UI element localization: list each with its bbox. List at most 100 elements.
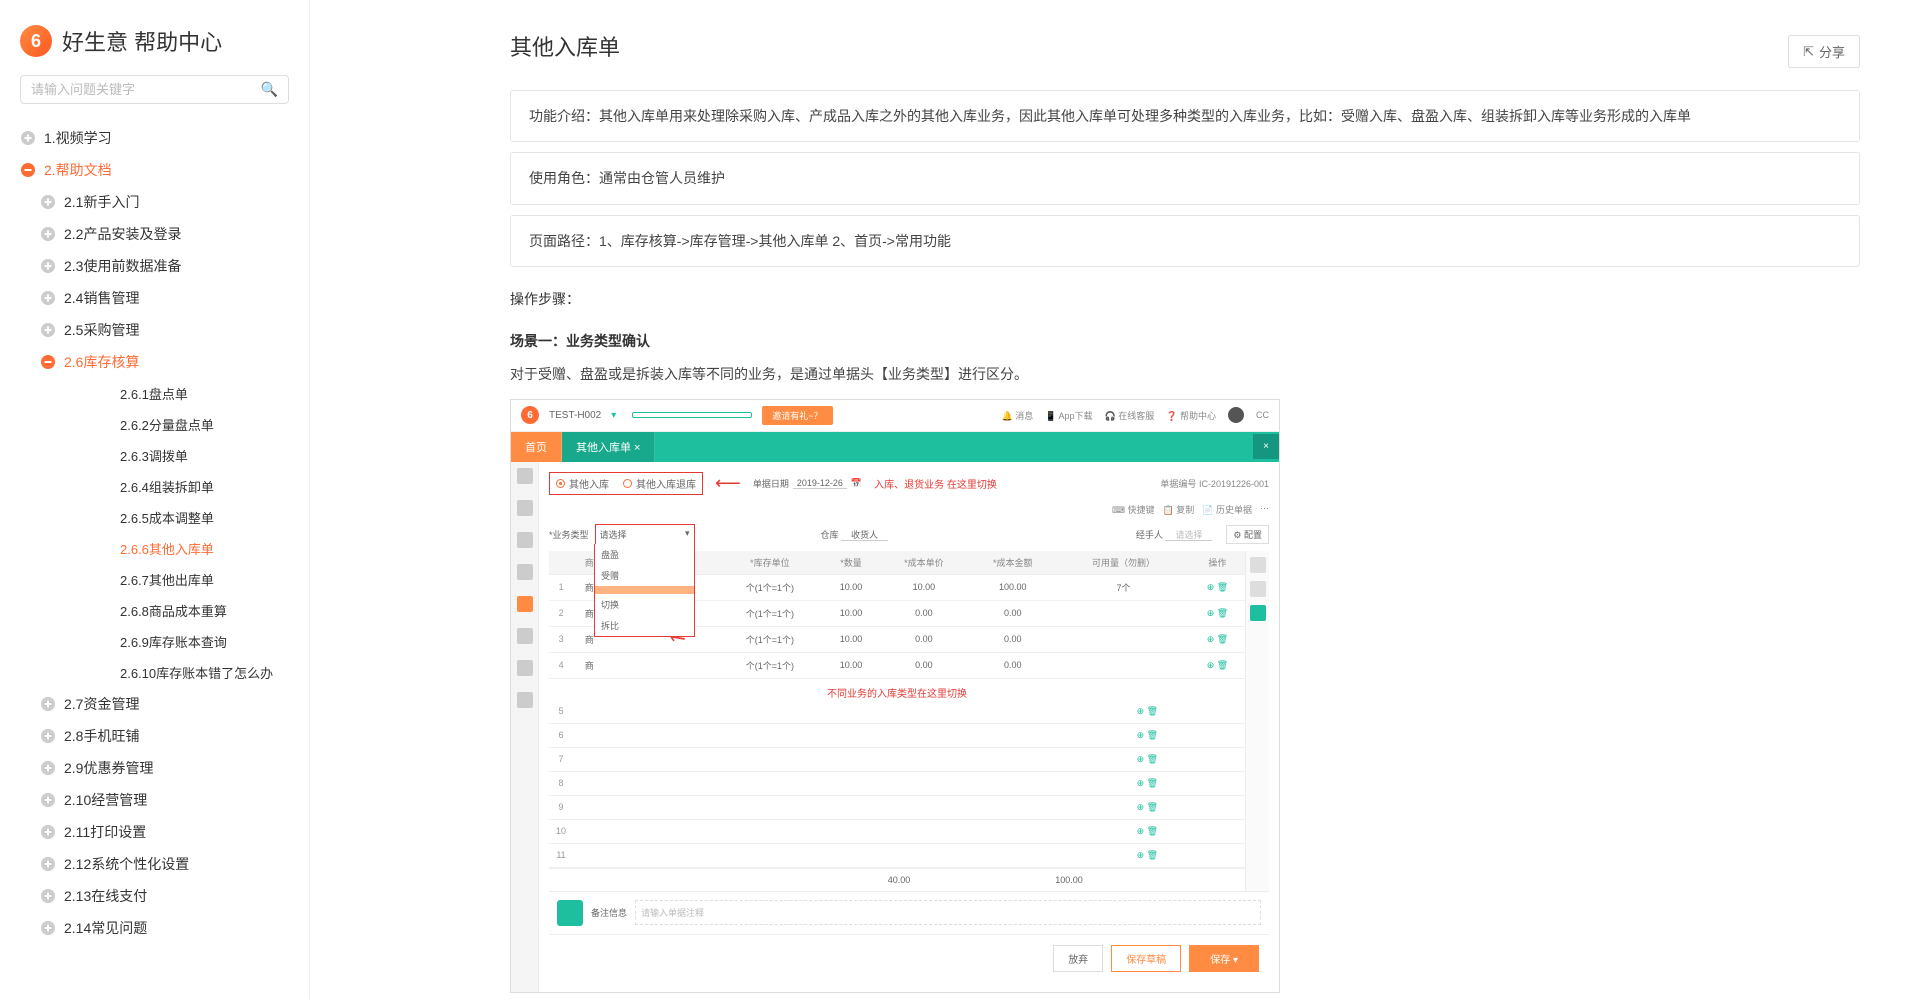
- radio-icon: [556, 479, 565, 488]
- sidebar-item[interactable]: 2.4销售管理: [40, 282, 289, 314]
- side-icon: [517, 468, 533, 484]
- share-icon: ⇱: [1803, 44, 1814, 60]
- sidebar-item-label: 2.14常见问题: [64, 918, 147, 938]
- radio-icon: [623, 479, 632, 488]
- plus-icon: [40, 792, 56, 808]
- sidebar-item-label: 2.帮助文档: [44, 160, 112, 180]
- sidebar-item-label: 2.11打印设置: [64, 822, 146, 842]
- search-input[interactable]: [31, 82, 261, 97]
- sidebar-item-label: 2.4销售管理: [64, 288, 139, 308]
- tab-active: 其他入库单 ×: [562, 432, 655, 462]
- sidebar-item[interactable]: 2.7资金管理: [40, 688, 289, 720]
- search-icon[interactable]: 🔍: [261, 81, 278, 98]
- sidebar-item-label: 2.5采购管理: [64, 320, 139, 340]
- sidebar-item-label: 2.2产品安装及登录: [64, 224, 181, 244]
- side-icon: [517, 564, 533, 580]
- sidebar-leaf[interactable]: 2.6.4组装拆卸单: [80, 471, 289, 502]
- sidebar-item[interactable]: 2.帮助文档: [20, 154, 289, 186]
- plus-icon: [40, 760, 56, 776]
- sidebar-leaf[interactable]: 2.6.6其他入库单: [80, 533, 289, 564]
- sidebar-leaf[interactable]: 2.6.3调拨单: [80, 440, 289, 471]
- side-icon: [517, 628, 533, 644]
- tool-icon: [1250, 557, 1266, 573]
- sidebar-leaf[interactable]: 2.6.10库存账本错了怎么办: [80, 657, 289, 688]
- sidebar-item-label: 2.8手机旺铺: [64, 726, 139, 746]
- sidebar-item[interactable]: 2.13在线支付: [40, 880, 289, 912]
- plus-icon: [40, 194, 56, 210]
- radio-group: 其他入库 其他入库退库: [549, 472, 703, 495]
- sidebar-leaf[interactable]: 2.6.9库存账本查询: [80, 626, 289, 657]
- sidebar-item[interactable]: 2.8手机旺铺: [40, 720, 289, 752]
- sidebar-leaf[interactable]: 2.6.2分量盘点单: [80, 409, 289, 440]
- plus-icon: [40, 226, 56, 242]
- sidebar-item[interactable]: 2.12系统个性化设置: [40, 848, 289, 880]
- sidebar-item-label: 2.7资金管理: [64, 694, 139, 714]
- plus-icon: [40, 856, 56, 872]
- scene1-title: 场景一：业务类型确认: [510, 331, 1860, 351]
- plus-icon: [40, 888, 56, 904]
- sidebar-leaf[interactable]: 2.6.7其他出库单: [80, 564, 289, 595]
- plus-icon: [40, 696, 56, 712]
- sidebar: 6 好生意 帮助中心 🔍 1.视频学习 2.帮助文档 2.1新手入门 2.2产品安装及…: [0, 0, 310, 999]
- minus-icon: [40, 354, 56, 370]
- annotation: 入库、退货业务 在这里切换: [874, 476, 997, 491]
- sidebar-item-label: 2.6库存核算: [64, 352, 139, 372]
- tool-icon: [1250, 605, 1266, 621]
- sidebar-item[interactable]: 2.10经营管理: [40, 784, 289, 816]
- sidebar-item[interactable]: 2.6库存核算: [40, 346, 289, 378]
- share-button[interactable]: ⇱ 分享: [1788, 35, 1860, 68]
- search-box[interactable]: 🔍: [20, 75, 289, 104]
- logo: 6 好生意 帮助中心: [20, 25, 289, 57]
- remark-icon: [557, 900, 583, 926]
- mock-tabbar: 首页 其他入库单 × ×: [511, 432, 1279, 462]
- sidebar-item[interactable]: 2.14常见问题: [40, 912, 289, 944]
- tool-icon: [1250, 581, 1266, 597]
- side-icon: [517, 500, 533, 516]
- mock-topbar: 6 TEST-H002 ▾ 邀请有礼~？ 🔔 消息 📱 App下载 🎧 在线客服…: [511, 400, 1279, 432]
- chevron-down-icon: ▾: [611, 410, 616, 421]
- sidebar-item[interactable]: 2.2产品安装及登录: [40, 218, 289, 250]
- mock-search: [632, 412, 752, 418]
- sidebar-item[interactable]: 2.11打印设置: [40, 816, 289, 848]
- close-icon: ×: [1253, 434, 1279, 459]
- sidebar-leaf[interactable]: 2.6.1盘点单: [80, 378, 289, 409]
- plus-icon: [40, 290, 56, 306]
- side-icon: [517, 692, 533, 708]
- sidebar-item[interactable]: 2.9优惠券管理: [40, 752, 289, 784]
- mock-right-toolbar: [1245, 551, 1269, 891]
- info-path: 页面路径：1、库存核算->库存管理->其他入库单 2、首页->常用功能: [510, 215, 1860, 267]
- dropdown: 盘盈 受赠 切换 拆比: [594, 544, 695, 637]
- sidebar-leaf[interactable]: 2.6.5成本调整单: [80, 502, 289, 533]
- info-intro: 功能介绍：其他入库单用来处理除采购入库、产成品入库之外的其他入库业务，因此其他入…: [510, 90, 1860, 142]
- sidebar-item[interactable]: 1.视频学习: [20, 122, 289, 154]
- draft-button: 保存草稿: [1111, 945, 1181, 972]
- side-icon: [517, 532, 533, 548]
- sidebar-item-label: 2.1新手入门: [64, 192, 139, 212]
- mock-table-empty: 5⊕ 🗑6⊕ 🗑7⊕ 🗑8⊕ 🗑9⊕ 🗑10⊕ 🗑11⊕ 🗑: [549, 700, 1245, 868]
- mock-top-links: 🔔 消息 📱 App下载 🎧 在线客服 ❓ 帮助中心 CC: [1002, 407, 1269, 423]
- sidebar-item-label: 2.12系统个性化设置: [64, 854, 189, 874]
- minus-icon: [20, 162, 36, 178]
- sidebar-leaf[interactable]: 2.6.8商品成本重算: [80, 595, 289, 626]
- mock-promo: 邀请有礼~？: [762, 406, 832, 425]
- side-icon-active: [517, 596, 533, 612]
- page-title: 其他入库单: [510, 30, 1860, 62]
- save-button: 保存 ▾: [1189, 945, 1259, 972]
- plus-icon: [40, 824, 56, 840]
- sidebar-item[interactable]: 2.3使用前数据准备: [40, 250, 289, 282]
- main-content: ⇱ 分享 其他入库单 功能介绍：其他入库单用来处理除采购入库、产成品入库之外的其…: [310, 0, 1920, 999]
- sidebar-item-label: 2.3使用前数据准备: [64, 256, 181, 276]
- sidebar-item[interactable]: 2.5采购管理: [40, 314, 289, 346]
- cancel-button: 放弃: [1053, 945, 1103, 972]
- sidebar-item[interactable]: 2.1新手入门: [40, 186, 289, 218]
- mock-sidebar: [511, 462, 539, 992]
- tab-home: 首页: [511, 432, 562, 462]
- logo-icon: 6: [20, 25, 52, 57]
- steps-label: 操作步骤：: [510, 289, 1860, 309]
- plus-icon: [40, 920, 56, 936]
- sidebar-item-label: 2.9优惠券管理: [64, 758, 153, 778]
- plus-icon: [40, 322, 56, 338]
- screenshot-mock: 6 TEST-H002 ▾ 邀请有礼~？ 🔔 消息 📱 App下载 🎧 在线客服…: [510, 399, 1280, 993]
- mock-org: TEST-H002: [549, 410, 601, 421]
- scene1-text: 对于受赠、盘盈或是拆装入库等不同的业务，是通过单据头【业务类型】进行区分。: [510, 363, 1860, 387]
